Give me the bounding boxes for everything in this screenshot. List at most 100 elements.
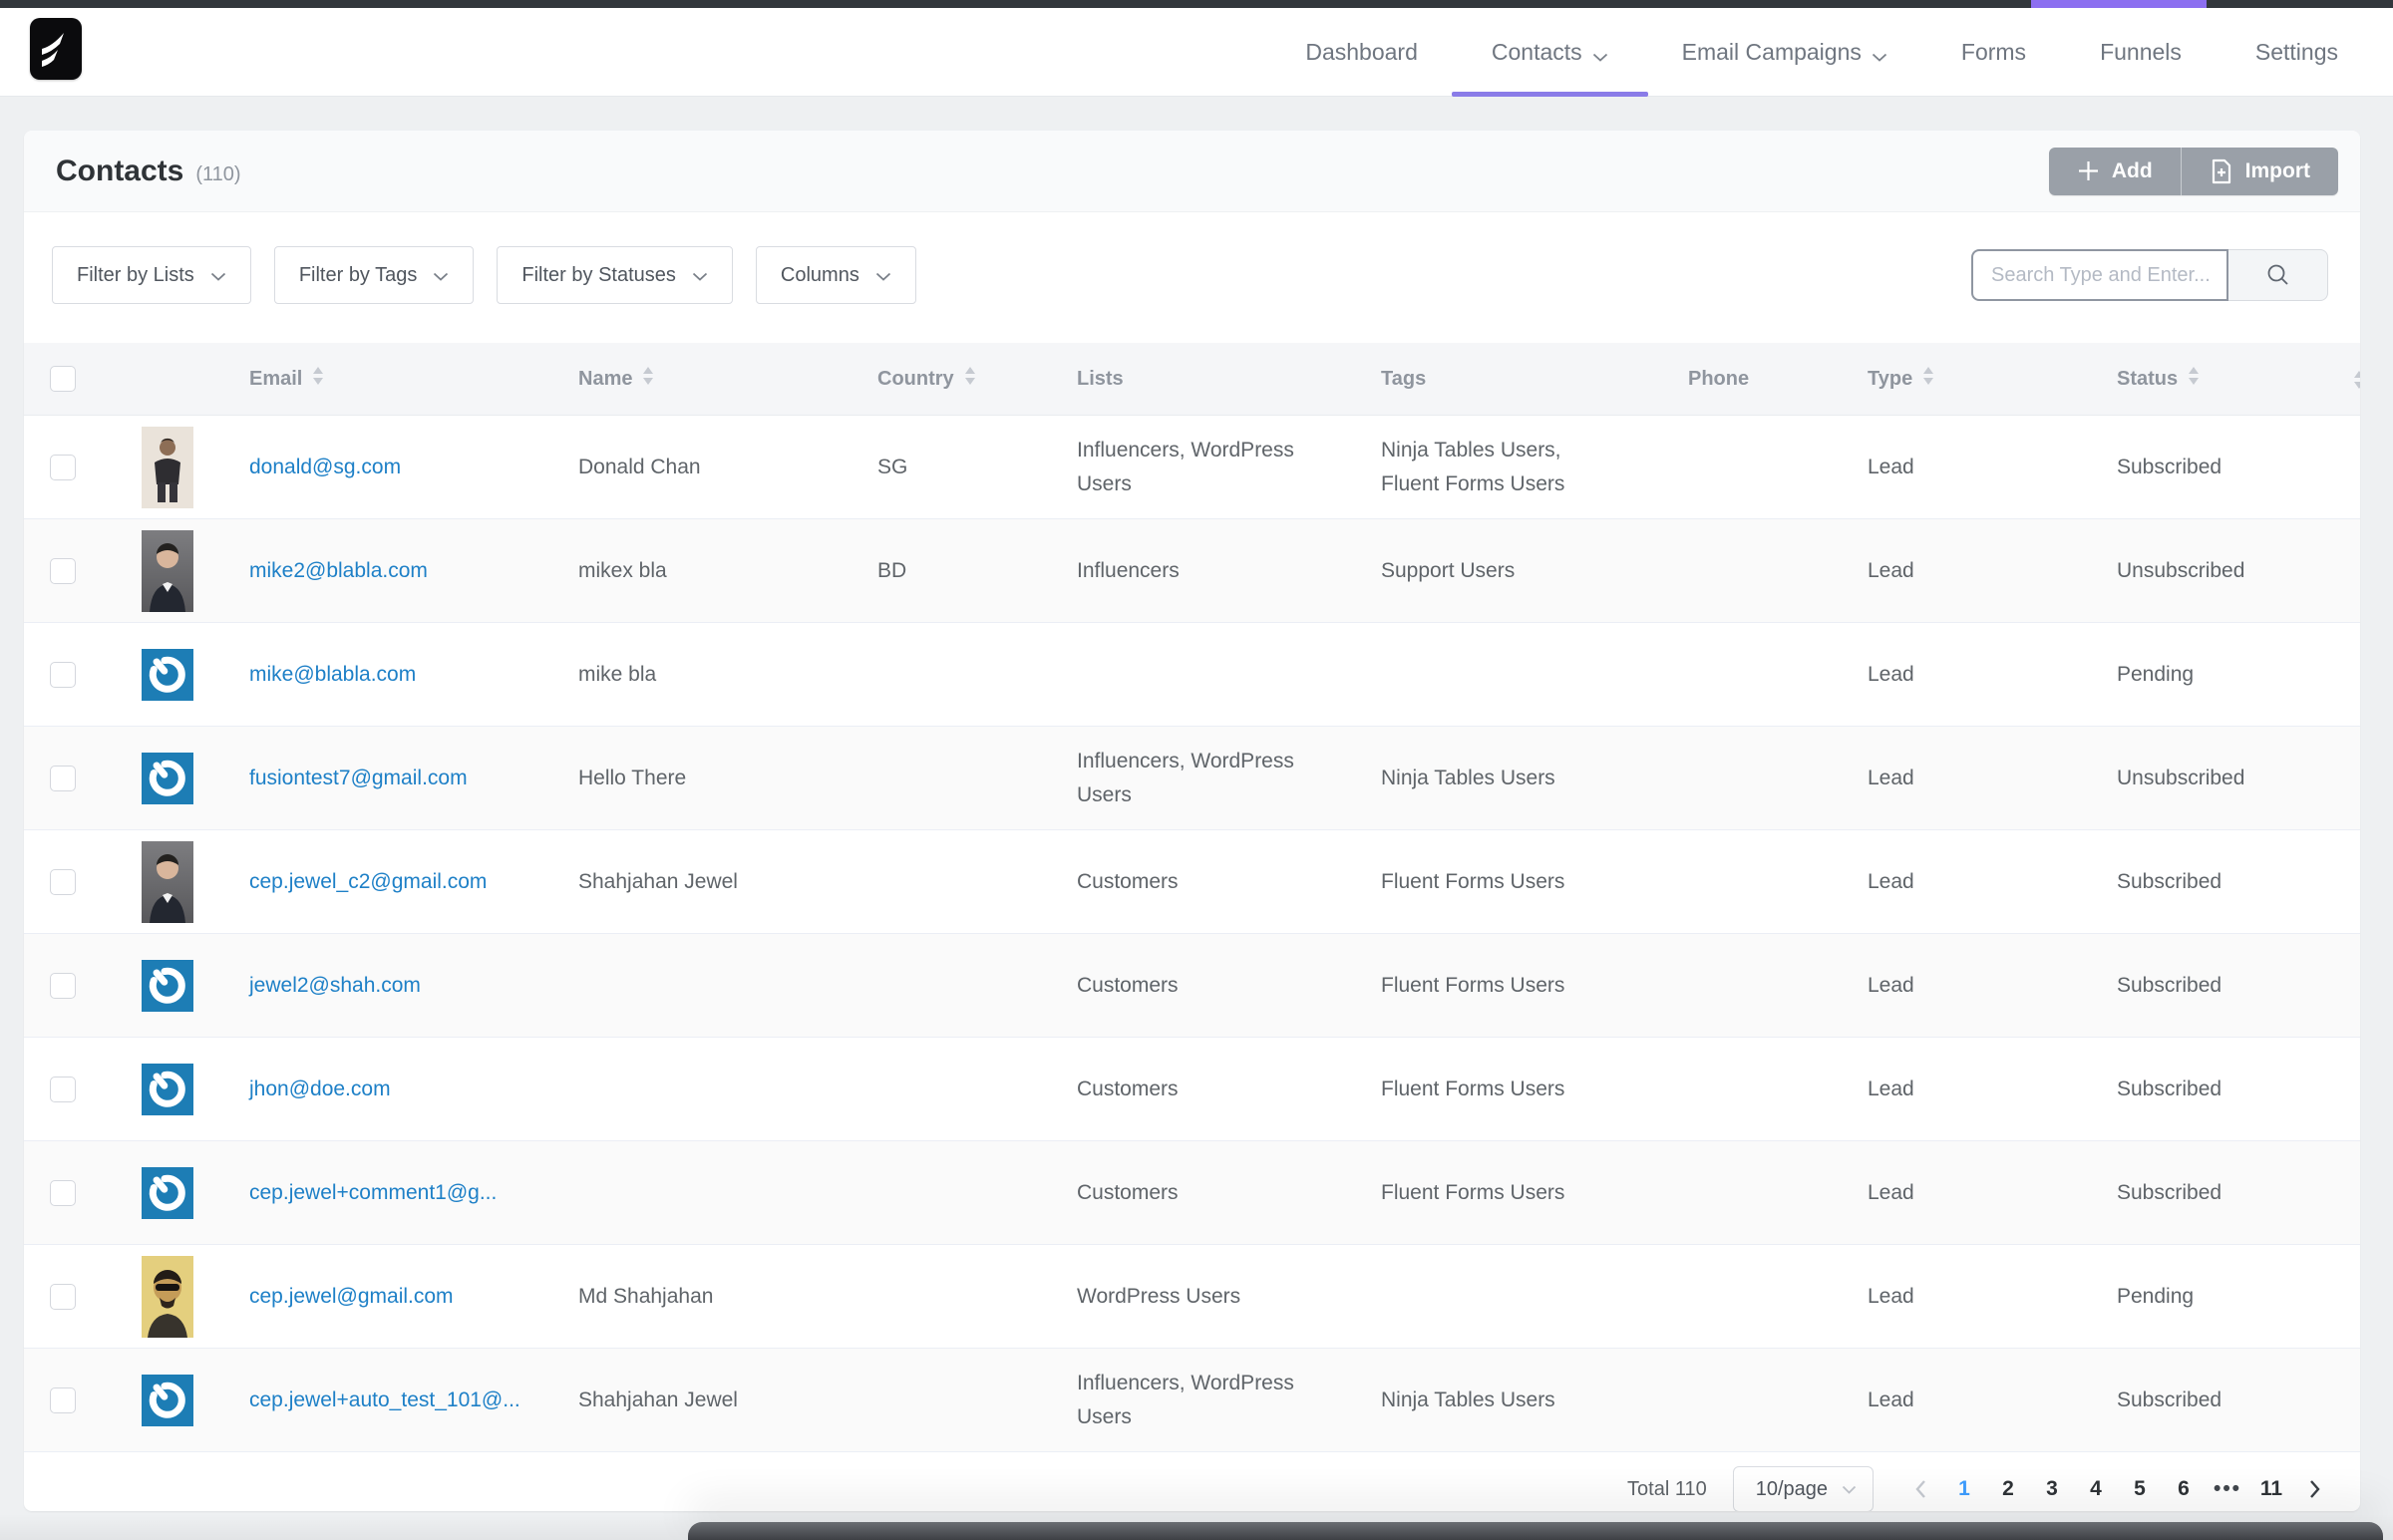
fluentcrm-logo[interactable] xyxy=(30,18,82,80)
page-number-4[interactable]: 4 xyxy=(2081,1477,2111,1501)
email-cell: jhon@doe.com xyxy=(249,1073,578,1106)
filter-button-columns[interactable]: Columns xyxy=(756,246,916,304)
contact-email-link[interactable]: jewel2@shah.com xyxy=(249,974,421,997)
column-header-label: Lists xyxy=(1077,368,1124,391)
row-avatar-cell xyxy=(142,841,249,923)
nav-item-forms[interactable]: Forms xyxy=(1961,8,2026,97)
filter-button-filter-by-statuses[interactable]: Filter by Statuses xyxy=(497,246,733,304)
add-button[interactable]: Add xyxy=(2049,148,2181,195)
row-checkbox[interactable] xyxy=(50,1180,76,1206)
status-cell: Subscribed xyxy=(2117,969,2360,1003)
column-header-email[interactable]: Email xyxy=(249,367,578,391)
email-cell: donald@sg.com xyxy=(249,451,578,484)
import-button[interactable]: Import xyxy=(2181,148,2338,195)
import-file-icon xyxy=(2210,158,2233,184)
column-header-type[interactable]: Type xyxy=(1868,367,2117,391)
page-number-5[interactable]: 5 xyxy=(2125,1477,2155,1501)
sort-icon[interactable] xyxy=(1922,367,1934,385)
contact-email-link[interactable]: mike2@blabla.com xyxy=(249,559,428,582)
page-number-2[interactable]: 2 xyxy=(1993,1477,2023,1501)
row-select-cell xyxy=(24,1180,142,1206)
table-row: jhon@doe.comCustomersFluent Forms UsersL… xyxy=(24,1038,2360,1141)
tags-cell-text: Ninja Tables Users, Fluent Forms Users xyxy=(1381,434,1622,501)
status-cell: Subscribed xyxy=(2117,1176,2360,1210)
prev-page-button[interactable] xyxy=(1905,1479,1935,1499)
contact-photo-avatar xyxy=(142,1256,193,1338)
nav-item-contacts[interactable]: Contacts xyxy=(1492,8,1608,97)
name-cell: Hello There xyxy=(578,762,877,795)
row-checkbox[interactable] xyxy=(50,973,76,999)
table-row: fusiontest7@gmail.com Hello There Influenc… xyxy=(24,727,2360,830)
lists-cell-text: Customers xyxy=(1077,969,1318,1003)
status-cell: Pending xyxy=(2117,658,2360,692)
page-number-3[interactable]: 3 xyxy=(2037,1477,2067,1501)
card-header: Contacts (110) Add Import xyxy=(24,131,2360,212)
logo-wing-icon xyxy=(39,27,73,71)
sort-icon[interactable] xyxy=(964,367,976,385)
next-page-button[interactable] xyxy=(2300,1479,2330,1499)
status-cell: Unsubscribed xyxy=(2117,554,2360,588)
row-checkbox[interactable] xyxy=(50,1284,76,1310)
tags-cell: Ninja Tables Users, Fluent Forms Users xyxy=(1381,434,1688,501)
page-size-select[interactable]: 10/page xyxy=(1733,1466,1874,1511)
page-title: Contacts xyxy=(56,154,183,188)
lists-cell: Customers xyxy=(1077,865,1381,899)
more-pages-ellipsis[interactable]: ••• xyxy=(2213,1477,2242,1501)
row-checkbox[interactable] xyxy=(50,1077,76,1102)
page-number-6[interactable]: 6 xyxy=(2169,1477,2199,1501)
row-checkbox[interactable] xyxy=(50,558,76,584)
contact-email-link[interactable]: donald@sg.com xyxy=(249,456,401,478)
filter-button-filter-by-lists[interactable]: Filter by Lists xyxy=(52,246,251,304)
contact-email-link[interactable]: cep.jewel@gmail.com xyxy=(249,1285,454,1308)
nav-item-email-campaigns[interactable]: Email Campaigns xyxy=(1682,8,1887,97)
column-header-country[interactable]: Country xyxy=(877,367,1077,391)
type-cell: Lead xyxy=(1868,554,2117,588)
search-input[interactable] xyxy=(1971,249,2228,301)
contact-email-link[interactable]: fusiontest7@gmail.com xyxy=(249,767,468,789)
lists-cell-text: Influencers, WordPress Users xyxy=(1077,434,1318,501)
row-checkbox[interactable] xyxy=(50,1387,76,1413)
row-checkbox[interactable] xyxy=(50,869,76,895)
table-row: cep.jewel@gmail.comMd ShahjahanWordPress… xyxy=(24,1245,2360,1349)
search-button[interactable] xyxy=(2228,249,2328,301)
filter-button-filter-by-tags[interactable]: Filter by Tags xyxy=(274,246,475,304)
nav-item-funnels[interactable]: Funnels xyxy=(2100,8,2182,97)
page-size-value: 10/page xyxy=(1756,1478,1828,1501)
sort-icon[interactable] xyxy=(2353,371,2360,389)
contact-email-link[interactable]: cep.jewel_c2@gmail.com xyxy=(249,870,487,893)
sort-icon[interactable] xyxy=(2188,367,2200,385)
filter-group: Filter by Lists Filter by Tags Filter by S… xyxy=(52,246,916,304)
select-all-checkbox[interactable] xyxy=(50,366,76,392)
contact-email-link[interactable]: mike@blabla.com xyxy=(249,663,416,686)
contact-email-link[interactable]: cep.jewel+comment1@g... xyxy=(249,1181,497,1204)
sort-icon[interactable] xyxy=(312,367,324,385)
lists-cell-text: Influencers, WordPress Users xyxy=(1077,745,1318,812)
nav-item-settings[interactable]: Settings xyxy=(2255,8,2338,97)
background-window-edge xyxy=(688,1522,2383,1540)
row-checkbox[interactable] xyxy=(50,455,76,480)
email-cell: cep.jewel_c2@gmail.com xyxy=(249,865,578,899)
row-select-cell xyxy=(24,1387,142,1413)
page-number-1[interactable]: 1 xyxy=(1949,1477,1979,1501)
column-header-name[interactable]: Name xyxy=(578,367,877,391)
main-nav: Dashboard Contacts Email Campaigns Forms Fun… xyxy=(1305,8,2338,97)
chevron-right-icon xyxy=(2309,1479,2321,1499)
contact-email-link[interactable]: jhon@doe.com xyxy=(249,1078,391,1100)
table-row: mike2@blabla.commikex blaBDInfluencersSu… xyxy=(24,519,2360,623)
row-checkbox[interactable] xyxy=(50,766,76,791)
column-header-status[interactable]: Status xyxy=(2117,367,2360,391)
chevron-left-icon xyxy=(1914,1479,1926,1499)
contact-email-link[interactable]: cep.jewel+auto_test_101@... xyxy=(249,1388,520,1411)
search-box xyxy=(1971,249,2328,301)
nav-item-dashboard[interactable]: Dashboard xyxy=(1305,8,1418,97)
row-select-cell xyxy=(24,455,142,480)
chevron-down-icon xyxy=(210,272,226,281)
row-avatar-cell xyxy=(142,530,249,612)
lists-cell-text: Customers xyxy=(1077,1176,1318,1210)
row-checkbox[interactable] xyxy=(50,662,76,688)
pagination-total: Total 110 xyxy=(1627,1478,1707,1501)
email-cell: cep.jewel+auto_test_101@... xyxy=(249,1384,578,1417)
sort-icon[interactable] xyxy=(642,367,654,385)
status-cell: Unsubscribed xyxy=(2117,762,2360,795)
page-number-11[interactable]: 11 xyxy=(2256,1477,2286,1501)
